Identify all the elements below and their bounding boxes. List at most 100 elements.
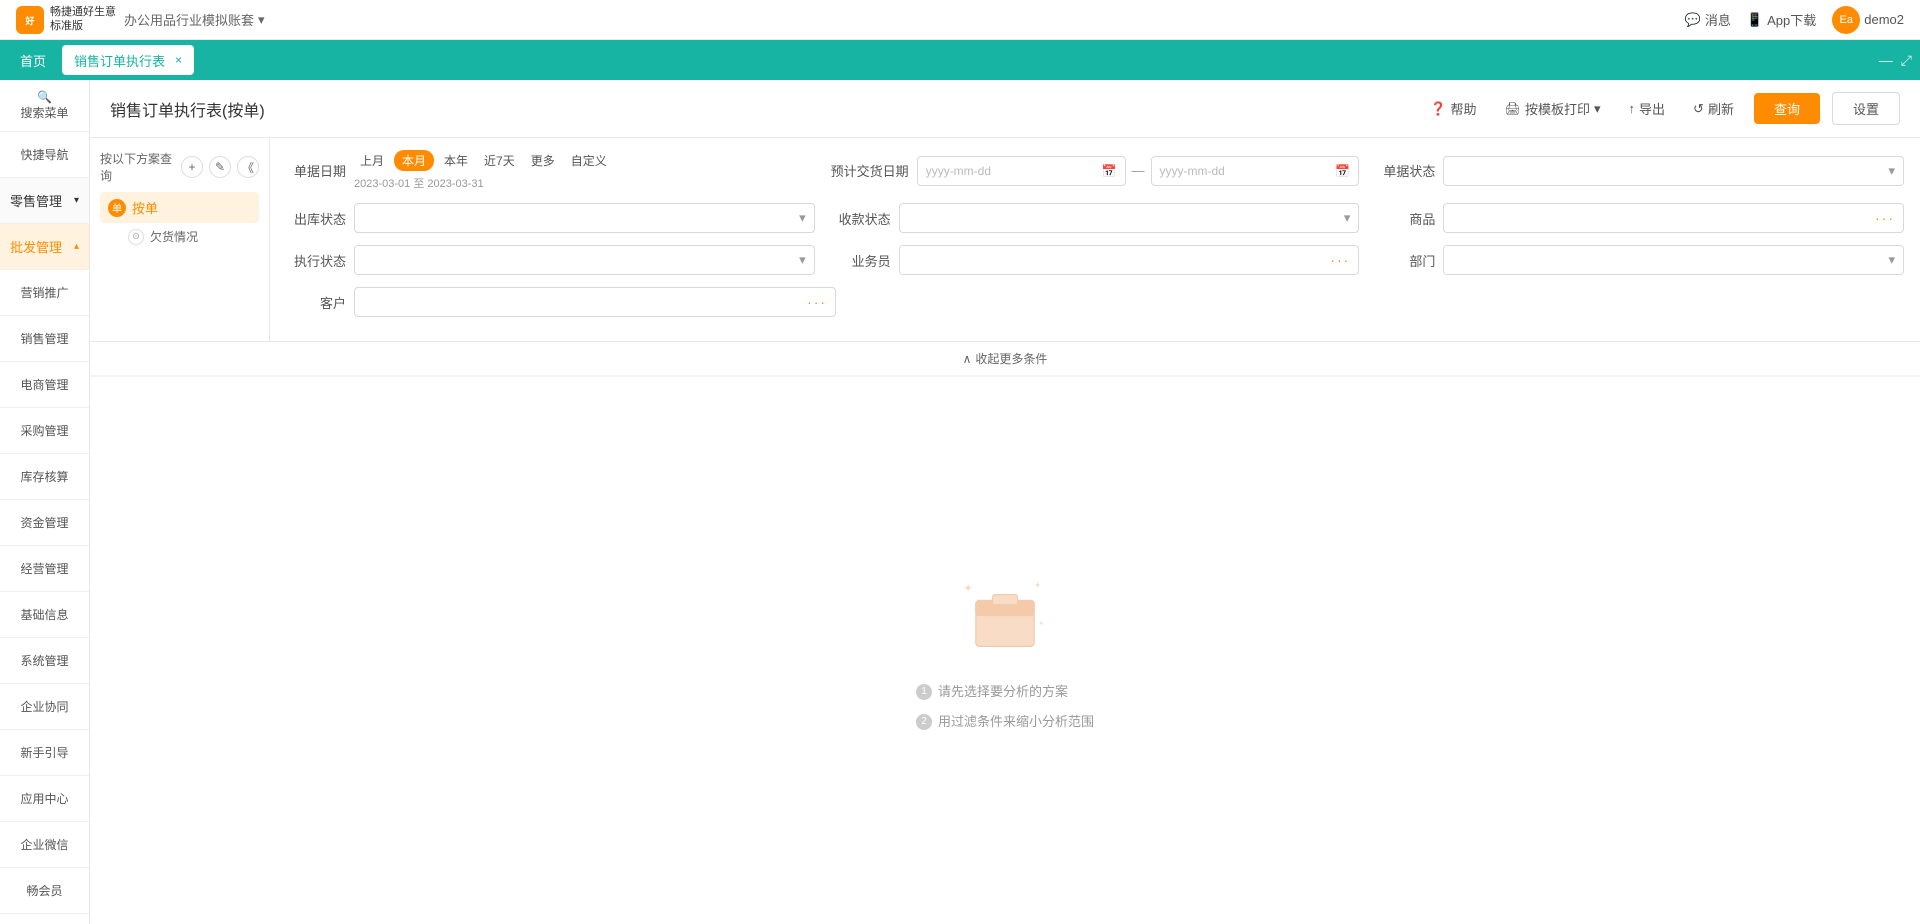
logo-area[interactable]: 好 畅捷通好生意 标准版 xyxy=(16,6,116,34)
page-header-actions: ❓ 帮助 🖨 按模板打印 ▾ ↑ 导出 ↺ 刷新 查询 设置 xyxy=(1422,92,1900,125)
filter-customer: 客户 ··· xyxy=(286,287,836,317)
customer-select[interactable]: ··· xyxy=(354,287,836,317)
out-status-select[interactable]: ▾ xyxy=(354,203,815,233)
chevron-down-icon-4: ▾ xyxy=(799,252,806,268)
receipt-status-select[interactable]: ▾ xyxy=(899,203,1360,233)
sidebar-item-newbie[interactable]: 新手引导 xyxy=(0,730,89,776)
date-tab-custom[interactable]: 自定义 xyxy=(565,150,613,171)
exec-status-select[interactable]: ▾ xyxy=(354,245,815,275)
tab-home[interactable]: 首页 xyxy=(8,45,58,75)
sidebar-item-wechat[interactable]: 企业微信 xyxy=(0,822,89,868)
breadcrumb[interactable]: 办公用品行业模拟账套 ▾ xyxy=(124,10,265,29)
sidebar-item-sales[interactable]: 销售管理 xyxy=(0,316,89,362)
filter-doc-status: 单据状态 ▾ xyxy=(1375,156,1904,186)
print-button[interactable]: 🖨 按模板打印 ▾ xyxy=(1496,95,1608,122)
svg-text:✦: ✦ xyxy=(1034,580,1041,590)
tab-sales-order-exec[interactable]: 销售订单执行表 × xyxy=(62,45,194,75)
page-title: 销售订单执行表(按单) xyxy=(110,97,265,121)
more-dots-icon-3[interactable]: ··· xyxy=(807,294,827,310)
empty-hint-2: 2 用过滤条件来缩小分析范围 xyxy=(916,709,1094,735)
sidebar-item-wholesale[interactable]: 批发管理 ▴ xyxy=(0,224,89,270)
sidebar-item-inventory[interactable]: 库存核算 xyxy=(0,454,89,500)
logo-icon: 好 xyxy=(16,6,44,34)
sidebar-item-finance[interactable]: 资金管理 xyxy=(0,500,89,546)
date-tab-current-year[interactable]: 本年 xyxy=(438,150,474,171)
collapse-icon: ∧ xyxy=(963,352,972,366)
date-label: 单据日期 xyxy=(286,161,346,180)
help-icon: ❓ xyxy=(1430,101,1446,117)
chevron-down-icon-2: ▾ xyxy=(799,210,806,226)
sidebar-item-purchase[interactable]: 采购管理 xyxy=(0,408,89,454)
expected-date-start[interactable]: yyyy-mm-dd 📅 xyxy=(917,156,1126,186)
sidebar-item-ecom[interactable]: 电商管理 xyxy=(0,362,89,408)
dept-label: 部门 xyxy=(1375,251,1435,270)
expected-date-end[interactable]: yyyy-mm-dd 📅 xyxy=(1151,156,1360,186)
sidebar-item-marketing[interactable]: 营销推广 xyxy=(0,270,89,316)
more-dots-icon-2[interactable]: ··· xyxy=(1330,252,1350,268)
sidebar-item-operations[interactable]: 经营管理 xyxy=(0,546,89,592)
date-tab-current-month[interactable]: 本月 xyxy=(394,150,434,171)
sidebar-quick-nav[interactable]: 快捷导航 xyxy=(0,132,89,178)
filter-scheme-panel: 按以下方案查询 + ✎ 《 单 按单 ⊙ 欠货情况 xyxy=(90,138,270,341)
content-area: 销售订单执行表(按单) ❓ 帮助 🖨 按模板打印 ▾ ↑ 导出 ↺ 刷新 xyxy=(90,80,1920,924)
sidebar-search[interactable]: 🔍 搜索菜单 xyxy=(0,80,89,132)
salesperson-select[interactable]: ··· xyxy=(899,245,1360,275)
empty-illustration: ✦ ✦ ✦ xyxy=(955,563,1055,663)
sidebar-item-basic[interactable]: 基础信息 xyxy=(0,592,89,638)
logo-text: 畅捷通好生意 标准版 xyxy=(50,6,116,32)
filter-panel: 按以下方案查询 + ✎ 《 单 按单 ⊙ 欠货情况 xyxy=(90,138,1920,375)
chevron-down-icon: ▾ xyxy=(1888,163,1895,179)
refresh-button[interactable]: ↺ 刷新 xyxy=(1685,95,1742,122)
user-profile[interactable]: Ea demo2 xyxy=(1832,6,1904,34)
maximize-icon[interactable]: ⤢ xyxy=(1901,52,1912,69)
sidebar-item-member[interactable]: 畅会员 xyxy=(0,868,89,914)
message-icon: 💬 xyxy=(1685,12,1701,28)
exec-status-label: 执行状态 xyxy=(286,251,346,270)
add-scheme-button[interactable]: + xyxy=(181,156,203,178)
edit-scheme-button[interactable]: ✎ xyxy=(209,156,231,178)
empty-hint-1: 1 请先选择要分析的方案 xyxy=(916,679,1094,705)
scheme-icon: 单 xyxy=(108,199,126,217)
sidebar-item-enterprise[interactable]: 企业协同 xyxy=(0,684,89,730)
top-bar-right: 💬 消息 📱 App下载 Ea demo2 xyxy=(1685,6,1904,34)
scheme-sub-backorder[interactable]: ⊙ 欠货情况 xyxy=(100,223,259,250)
expected-date-label: 预计交货日期 xyxy=(831,161,909,180)
main-layout: 🔍 搜索菜单 快捷导航 零售管理 ▾ 批发管理 ▴ 营销推广 销售管理 电商管理… xyxy=(0,80,1920,924)
settings-button[interactable]: 设置 xyxy=(1832,92,1900,125)
out-status-label: 出库状态 xyxy=(286,209,346,228)
message-button[interactable]: 💬 消息 xyxy=(1685,10,1731,29)
export-button[interactable]: ↑ 导出 xyxy=(1621,95,1674,122)
date-tab-7days[interactable]: 近7天 xyxy=(478,150,521,171)
print-icon: 🖨 xyxy=(1504,101,1521,117)
app-download-button[interactable]: 📱 App下载 xyxy=(1747,10,1816,29)
sub-scheme-icon: ⊙ xyxy=(128,229,144,245)
filter-out-status: 出库状态 ▾ xyxy=(286,203,815,233)
tab-close-icon[interactable]: × xyxy=(175,53,182,67)
filter-exec-status: 执行状态 ▾ xyxy=(286,245,815,275)
more-dots-icon[interactable]: ··· xyxy=(1875,210,1895,226)
avatar: Ea xyxy=(1832,6,1860,34)
doc-status-select[interactable]: ▾ xyxy=(1443,156,1904,186)
filter-salesperson: 业务员 ··· xyxy=(831,245,1360,275)
sidebar-item-appstore[interactable]: 应用中心 xyxy=(0,776,89,822)
empty-state: ✦ ✦ ✦ 1 请先选择要分析的方案 2 用过滤条件来缩小分析范围 xyxy=(90,377,1920,924)
collapse-bar[interactable]: ∧ 收起更多条件 xyxy=(90,341,1920,375)
goods-select[interactable]: ··· xyxy=(1443,203,1904,233)
minimize-icon[interactable]: — xyxy=(1879,52,1893,68)
refresh-icon: ↺ xyxy=(1693,101,1704,117)
scheme-item-by-order[interactable]: 单 按单 xyxy=(100,192,259,223)
salesperson-label: 业务员 xyxy=(831,251,891,270)
date-tab-more[interactable]: 更多 xyxy=(525,150,561,171)
dept-select[interactable]: ▾ xyxy=(1443,245,1904,275)
filter-scheme-title: 按以下方案查询 + ✎ 《 xyxy=(100,150,259,184)
help-button[interactable]: ❓ 帮助 xyxy=(1422,95,1484,122)
date-tab-last-month[interactable]: 上月 xyxy=(354,150,390,171)
query-button[interactable]: 查询 xyxy=(1754,93,1820,124)
top-bar: 好 畅捷通好生意 标准版 办公用品行业模拟账套 ▾ 💬 消息 📱 App下载 E… xyxy=(0,0,1920,40)
receipt-status-label: 收款状态 xyxy=(831,209,891,228)
filter-row-4: 客户 ··· xyxy=(286,287,1904,317)
sidebar-item-retail[interactable]: 零售管理 ▾ xyxy=(0,178,89,224)
sidebar-item-system[interactable]: 系统管理 xyxy=(0,638,89,684)
filter-row-3: 执行状态 ▾ 业务员 ··· xyxy=(286,245,1904,275)
collapse-scheme-button[interactable]: 《 xyxy=(237,156,259,178)
